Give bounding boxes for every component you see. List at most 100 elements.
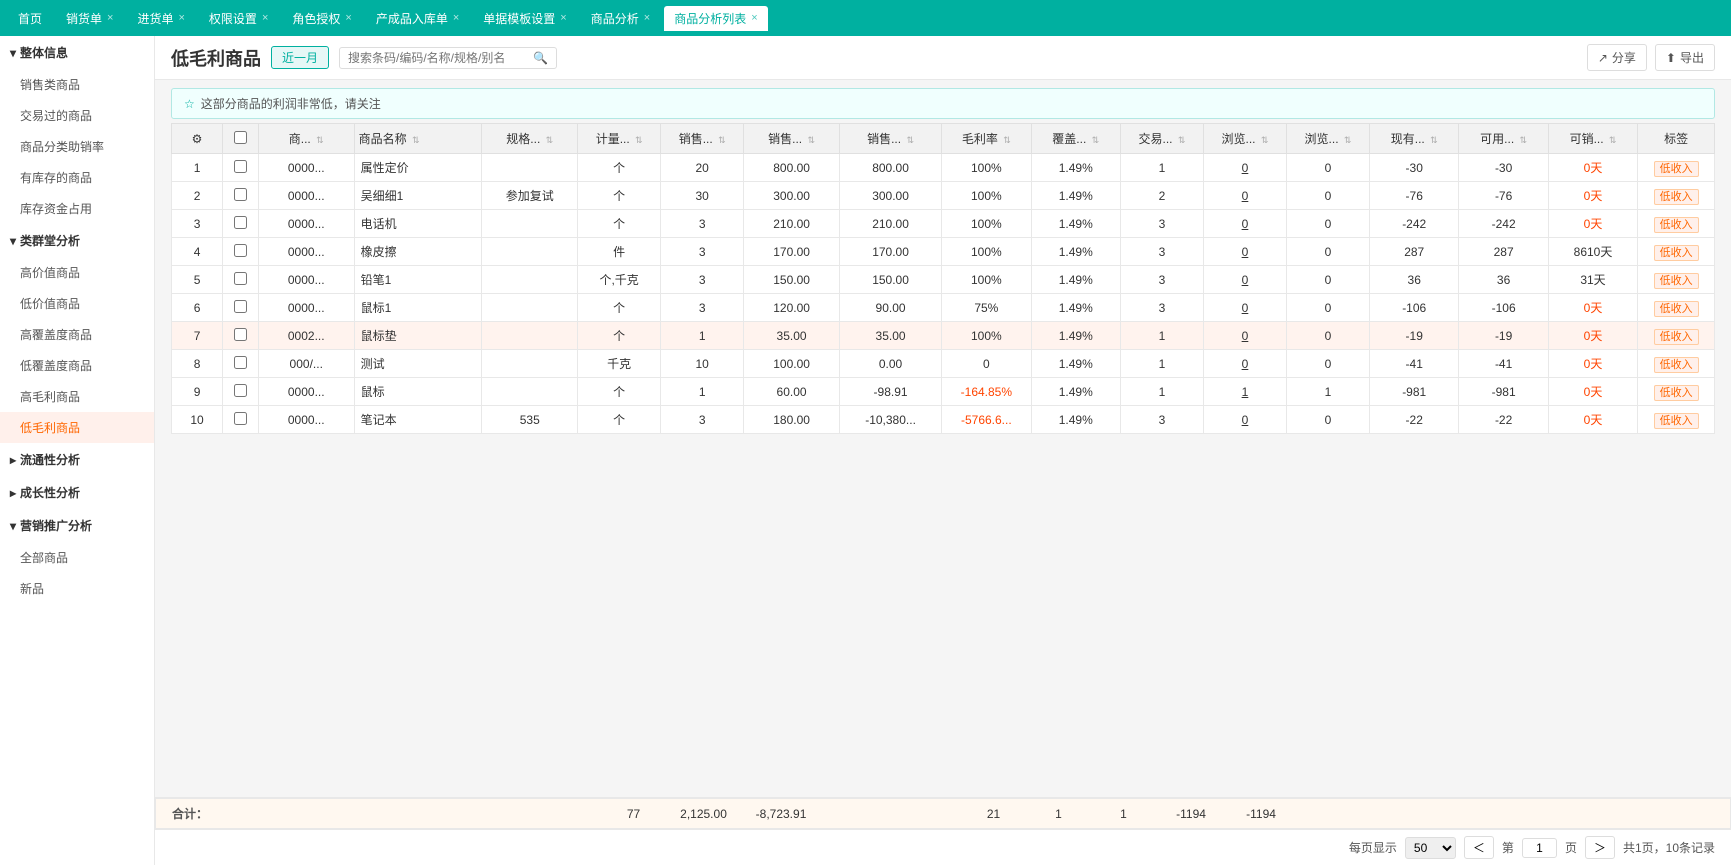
nav-close-icon[interactable]: × — [560, 12, 566, 24]
row-name[interactable]: 笔记本 — [354, 406, 482, 434]
th-trans[interactable]: 交易... ⇅ — [1120, 124, 1203, 154]
row-name[interactable]: 吴细细1 — [354, 182, 482, 210]
search-icon[interactable]: 🔍 — [533, 51, 548, 65]
nav-product-inbound[interactable]: 产成品入库单 × — [366, 6, 469, 31]
sidebar-item-all-products[interactable]: 全部商品 — [0, 542, 154, 573]
row-view1[interactable]: 0 — [1203, 350, 1286, 378]
row-checkbox[interactable] — [234, 216, 247, 229]
sidebar-group-cluster[interactable]: ▾ 类群堂分析 — [0, 224, 154, 257]
row-name[interactable]: 电话机 — [354, 210, 482, 238]
sidebar-item-low-value[interactable]: 低价值商品 — [0, 288, 154, 319]
sidebar-item-low-margin[interactable]: 低毛利商品 — [0, 412, 154, 443]
sidebar-group-marketing[interactable]: ▾ 营销推广分析 — [0, 509, 154, 542]
row-checkbox[interactable] — [234, 300, 247, 313]
page-number-input[interactable] — [1522, 838, 1557, 858]
filter-recent-month-button[interactable]: 近一月 — [271, 46, 329, 69]
nav-home[interactable]: 首页 — [8, 6, 52, 31]
row-checkbox[interactable] — [234, 272, 247, 285]
row-name[interactable]: 属性定价 — [354, 154, 482, 182]
gear-icon[interactable]: ⚙ — [192, 132, 203, 146]
nav-template-settings[interactable]: 单据模板设置 × — [473, 6, 576, 31]
th-avail[interactable]: 可用... ⇅ — [1459, 124, 1548, 154]
nav-close-icon[interactable]: × — [453, 12, 459, 24]
table-container[interactable]: ⚙ 商... ⇅ 商品名称 ⇅ — [171, 123, 1715, 797]
nav-permission[interactable]: 权限设置 × — [199, 6, 278, 31]
nav-sales-order[interactable]: 销货单 × — [56, 6, 123, 31]
nav-close-icon[interactable]: × — [262, 12, 268, 24]
nav-role-auth[interactable]: 角色授权 × — [282, 6, 361, 31]
row-sellable: 0天 — [1548, 406, 1637, 434]
nav-close-icon[interactable]: × — [644, 12, 650, 24]
th-code[interactable]: 商... ⇅ — [258, 124, 354, 154]
row-name[interactable]: 鼠标垫 — [354, 322, 482, 350]
sidebar-item-high-margin[interactable]: 高毛利商品 — [0, 381, 154, 412]
share-button[interactable]: ↗ 分享 — [1587, 44, 1647, 71]
table-row: 10 0000... 笔记本 535 个 3 180.00 -10,380...… — [172, 406, 1715, 434]
row-name[interactable]: 测试 — [354, 350, 482, 378]
th-name[interactable]: 商品名称 ⇅ — [354, 124, 482, 154]
sidebar-item-low-coverage[interactable]: 低覆盖度商品 — [0, 350, 154, 381]
nav-close-icon[interactable]: × — [345, 12, 351, 24]
row-view1[interactable]: 0 — [1203, 210, 1286, 238]
th-sellable[interactable]: 可销... ⇅ — [1548, 124, 1637, 154]
th-settings[interactable]: ⚙ — [172, 124, 223, 154]
row-view1[interactable]: 0 — [1203, 322, 1286, 350]
nav-purchase-order[interactable]: 进货单 × — [127, 6, 194, 31]
content-area: 低毛利商品 近一月 🔍 ↗ 分享 ⬆ 导出 ☆ 这部分商品的利润非常低，请关注 — [155, 36, 1731, 865]
th-curr[interactable]: 现有... ⇅ — [1370, 124, 1459, 154]
nav-product-analysis-list[interactable]: 商品分析列表 × — [664, 6, 767, 31]
export-button[interactable]: ⬆ 导出 — [1655, 44, 1715, 71]
sidebar-item-sales-products[interactable]: 销售类商品 — [0, 69, 154, 100]
nav-close-icon[interactable]: × — [178, 12, 184, 24]
prev-page-button[interactable]: ＜ — [1464, 836, 1494, 859]
nav-product-analysis[interactable]: 商品分析 × — [581, 6, 660, 31]
nav-close-icon[interactable]: × — [107, 12, 113, 24]
row-view1[interactable]: 0 — [1203, 238, 1286, 266]
next-page-button[interactable]: ＞ — [1585, 836, 1615, 859]
th-cover[interactable]: 覆盖... ⇅ — [1031, 124, 1120, 154]
row-tag: 低收入 — [1638, 350, 1715, 378]
th-sale-amt[interactable]: 销售... ⇅ — [839, 124, 941, 154]
row-name[interactable]: 橡皮擦 — [354, 238, 482, 266]
sidebar-item-in-stock[interactable]: 有库存的商品 — [0, 162, 154, 193]
select-all-checkbox[interactable] — [234, 131, 247, 144]
th-view2[interactable]: 浏览... ⇅ — [1286, 124, 1369, 154]
th-unit[interactable]: 计量... ⇅ — [578, 124, 661, 154]
row-checkbox[interactable] — [234, 160, 247, 173]
nav-close-icon[interactable]: × — [751, 12, 757, 24]
sidebar-item-stock-capital[interactable]: 库存资金占用 — [0, 193, 154, 224]
row-view1[interactable]: 0 — [1203, 154, 1286, 182]
page-title: 低毛利商品 — [171, 45, 261, 71]
row-checkbox[interactable] — [234, 244, 247, 257]
row-checkbox[interactable] — [234, 328, 247, 341]
sidebar-item-new-products[interactable]: 新品 — [0, 573, 154, 604]
sidebar-group-overall[interactable]: ▾ 整体信息 — [0, 36, 154, 69]
row-view1[interactable]: 0 — [1203, 294, 1286, 322]
row-checkbox[interactable] — [234, 384, 247, 397]
sidebar-item-category-rate[interactable]: 商品分类助销率 — [0, 131, 154, 162]
row-view1[interactable]: 0 — [1203, 406, 1286, 434]
row-view1[interactable]: 0 — [1203, 266, 1286, 294]
row-name[interactable]: 铅笔1 — [354, 266, 482, 294]
row-name[interactable]: 鼠标 — [354, 378, 482, 406]
th-gp[interactable]: 毛利率 ⇅ — [942, 124, 1031, 154]
row-view1[interactable]: 1 — [1203, 378, 1286, 406]
row-gp: 0 — [942, 350, 1031, 378]
row-name[interactable]: 鼠标1 — [354, 294, 482, 322]
th-spec[interactable]: 规格... ⇅ — [482, 124, 578, 154]
row-view1[interactable]: 0 — [1203, 182, 1286, 210]
page-size-select[interactable]: 50 100 — [1405, 837, 1456, 859]
sidebar-item-high-value[interactable]: 高价值商品 — [0, 257, 154, 288]
sidebar-item-traded-products[interactable]: 交易过的商品 — [0, 100, 154, 131]
search-input[interactable] — [348, 51, 528, 65]
row-checkbox[interactable] — [234, 356, 247, 369]
sidebar-item-high-coverage[interactable]: 高覆盖度商品 — [0, 319, 154, 350]
th-view1[interactable]: 浏览... ⇅ — [1203, 124, 1286, 154]
sidebar-group-flow[interactable]: ▸ 流通性分析 — [0, 443, 154, 476]
sidebar-group-growth[interactable]: ▸ 成长性分析 — [0, 476, 154, 509]
row-code: 0000... — [258, 378, 354, 406]
row-checkbox[interactable] — [234, 412, 247, 425]
th-sale-price[interactable]: 销售... ⇅ — [744, 124, 840, 154]
th-sale-qty[interactable]: 销售... ⇅ — [661, 124, 744, 154]
row-checkbox[interactable] — [234, 188, 247, 201]
